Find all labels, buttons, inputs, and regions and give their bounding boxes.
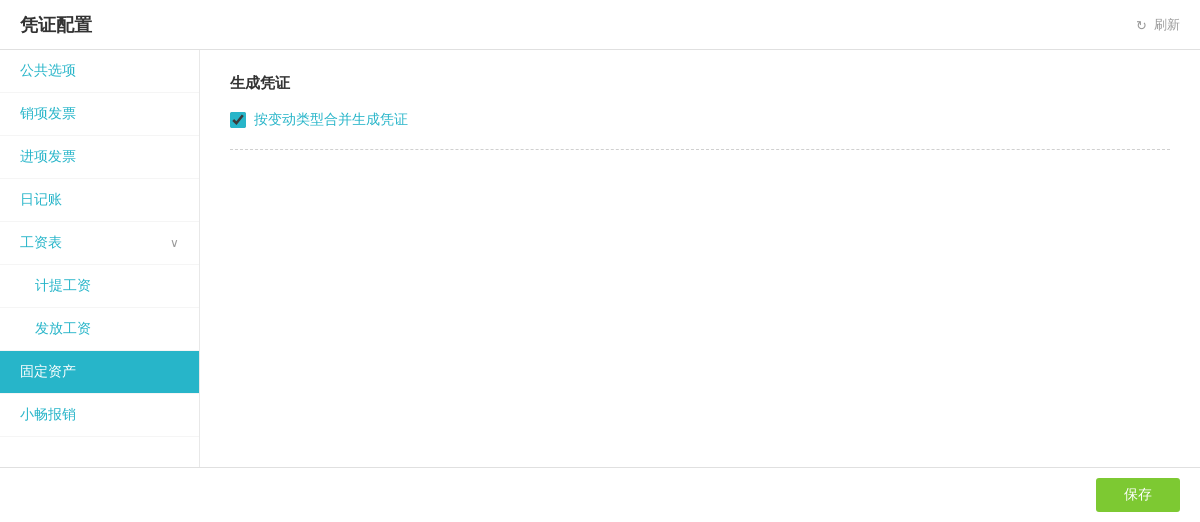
chevron-down-icon: ∨ (170, 236, 179, 250)
footer: 保存 (0, 467, 1200, 522)
sidebar-item-label: 日记账 (20, 191, 62, 209)
sidebar: 公共选项销项发票进项发票日记账工资表 ∨ 计提工资发放工资固定资产小畅报销 (0, 50, 200, 467)
sidebar-item-label: 固定资产 (20, 363, 76, 381)
save-button[interactable]: 保存 (1096, 478, 1180, 512)
sidebar-item-label: 计提工资 (35, 277, 91, 295)
sidebar-item-journal[interactable]: 日记账 (0, 179, 199, 222)
checkbox-row: 按变动类型合并生成凭证 (230, 111, 1170, 129)
sidebar-item-label: 销项发票 (20, 105, 76, 123)
merge-by-type-checkbox[interactable] (230, 112, 246, 128)
merge-by-type-label[interactable]: 按变动类型合并生成凭证 (254, 111, 408, 129)
sidebar-item-payroll-table[interactable]: 工资表 ∨ (0, 222, 199, 265)
page-title: 凭证配置 (20, 13, 92, 37)
sidebar-item-label: 公共选项 (20, 62, 76, 80)
main-content: 生成凭证 按变动类型合并生成凭证 (200, 50, 1200, 467)
section-divider (230, 149, 1170, 150)
sidebar-item-sales-invoice[interactable]: 销项发票 (0, 93, 199, 136)
refresh-label: 刷新 (1154, 16, 1180, 34)
sidebar-item-label: 发放工资 (35, 320, 91, 338)
section-title: 生成凭证 (230, 74, 1170, 93)
sidebar-item-purchase-invoice[interactable]: 进项发票 (0, 136, 199, 179)
sidebar-item-public-options[interactable]: 公共选项 (0, 50, 199, 93)
refresh-icon: ↻ (1136, 18, 1150, 32)
header: 凭证配置 ↻ 刷新 (0, 0, 1200, 50)
page-wrapper: 凭证配置 ↻ 刷新 公共选项销项发票进项发票日记账工资表 ∨ 计提工资发放工资固定资… (0, 0, 1200, 522)
body-layout: 公共选项销项发票进项发票日记账工资表 ∨ 计提工资发放工资固定资产小畅报销 生成凭证… (0, 50, 1200, 467)
sidebar-item-pay-salary[interactable]: 发放工资 (0, 308, 199, 351)
sidebar-item-accrued-salary[interactable]: 计提工资 (0, 265, 199, 308)
sidebar-item-label: 进项发票 (20, 148, 76, 166)
sidebar-item-label: 工资表 (20, 234, 62, 252)
refresh-button[interactable]: ↻ 刷新 (1136, 16, 1180, 34)
sidebar-item-fixed-assets[interactable]: 固定资产 (0, 351, 199, 394)
sidebar-item-label: 小畅报销 (20, 406, 76, 424)
sidebar-item-expense-report[interactable]: 小畅报销 (0, 394, 199, 437)
